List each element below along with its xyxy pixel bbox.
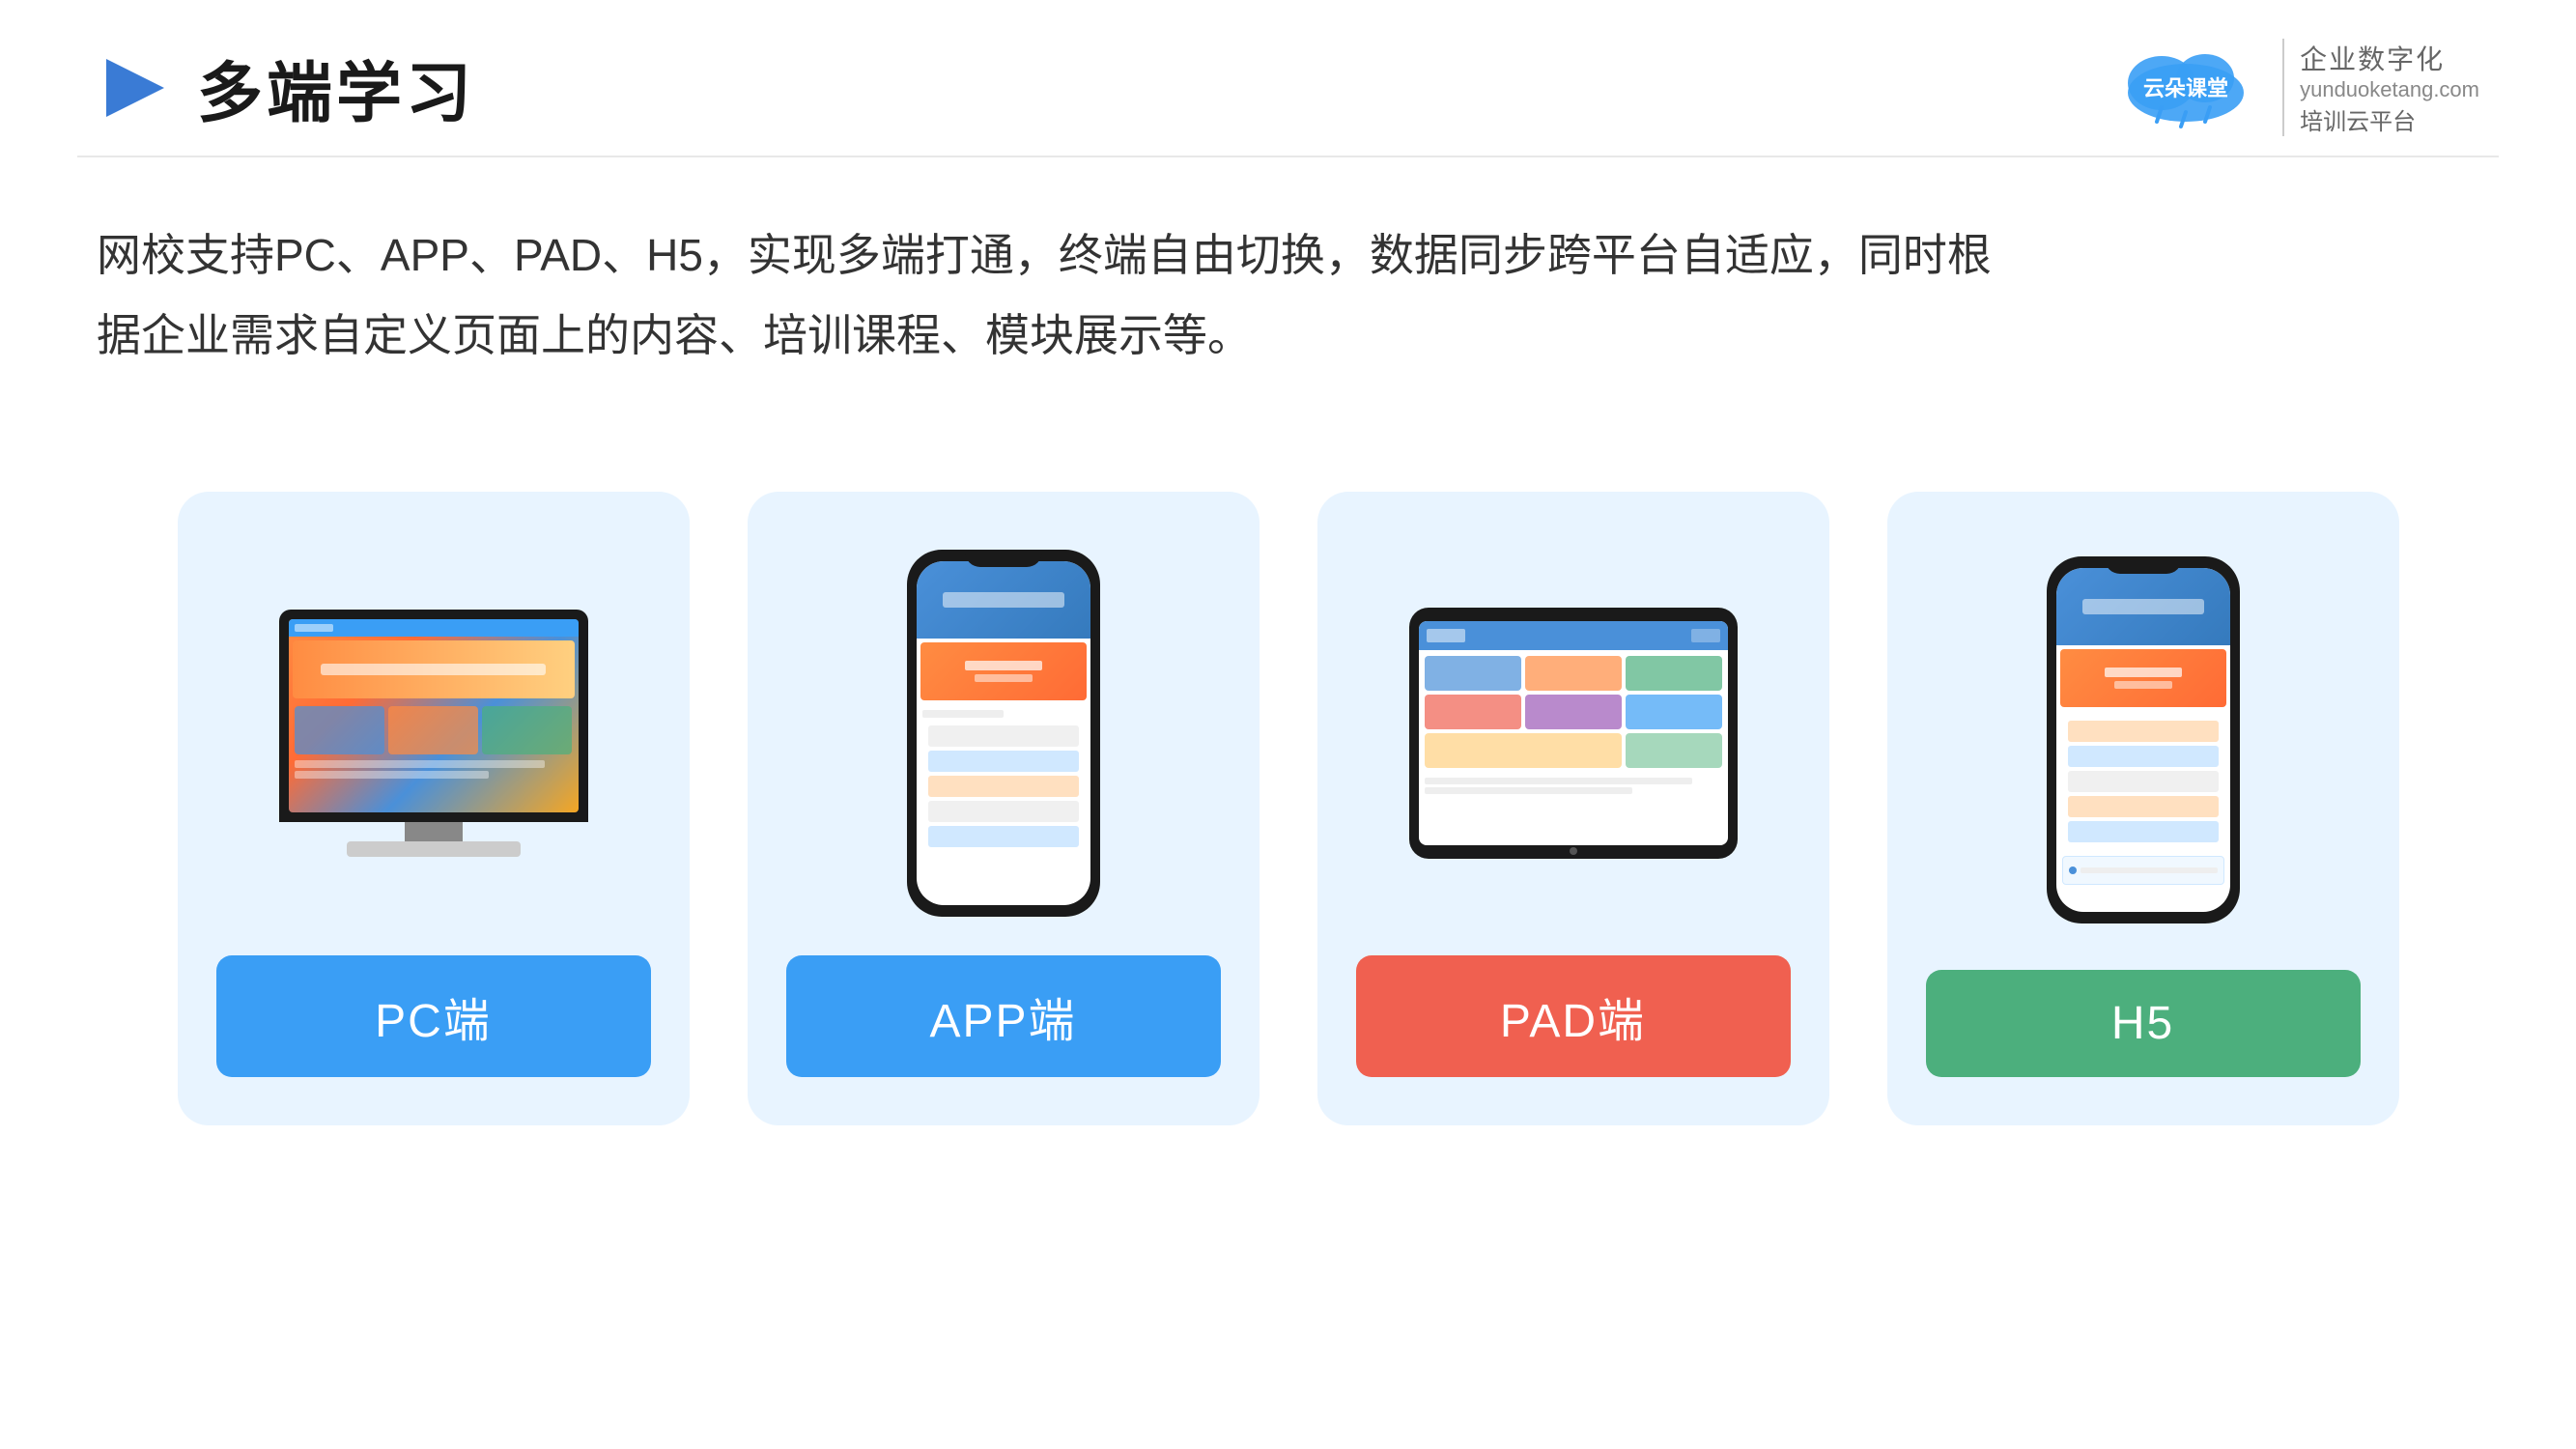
app-btn[interactable]: APP端 bbox=[786, 955, 1221, 1077]
pad-image-area bbox=[1409, 550, 1738, 917]
h5-card: H5 bbox=[1887, 492, 2399, 1125]
app-card: APP端 bbox=[748, 492, 1260, 1125]
pad-card: PAD端 bbox=[1317, 492, 1829, 1125]
pc-btn[interactable]: PC端 bbox=[216, 955, 651, 1077]
logo-sub: 培训云平台 bbox=[2300, 102, 2479, 136]
pc-image-area bbox=[279, 550, 588, 917]
play-icon bbox=[97, 49, 174, 127]
tablet-mockup bbox=[1409, 608, 1738, 859]
phone-mockup-h5 bbox=[2047, 556, 2240, 923]
logo-brand: 企业数字化 bbox=[2300, 39, 2479, 77]
phone-mockup-app bbox=[907, 550, 1100, 917]
h5-btn[interactable]: H5 bbox=[1926, 970, 2361, 1077]
svg-text:云朵课堂: 云朵课堂 bbox=[2143, 76, 2228, 100]
cloud-logo-icon: 云朵课堂 bbox=[2109, 40, 2263, 136]
h5-image-area bbox=[2047, 550, 2240, 931]
app-image-area bbox=[907, 550, 1100, 917]
logo-right: 云朵课堂 企业数字化 yunduoketang.com 培训云平台 bbox=[2109, 39, 2479, 136]
logo-left: 多端学习 bbox=[97, 40, 475, 135]
pad-btn[interactable]: PAD端 bbox=[1356, 955, 1791, 1077]
logo-text-block: 企业数字化 yunduoketang.com 培训云平台 bbox=[2282, 39, 2479, 136]
cards-area: PC端 bbox=[0, 434, 2576, 1183]
pc-mockup bbox=[279, 610, 588, 857]
description-text: 网校支持PC、APP、PAD、H5，实现多端打通，终端自由切换，数据同步跨平台自… bbox=[0, 157, 2125, 414]
page-title: 多端学习 bbox=[197, 40, 475, 135]
logo-domain: yunduoketang.com bbox=[2300, 77, 2479, 102]
pc-card: PC端 bbox=[178, 492, 690, 1125]
header: 多端学习 云朵课堂 企业数字化 yunduoketang.com 培训云平台 bbox=[0, 0, 2576, 156]
